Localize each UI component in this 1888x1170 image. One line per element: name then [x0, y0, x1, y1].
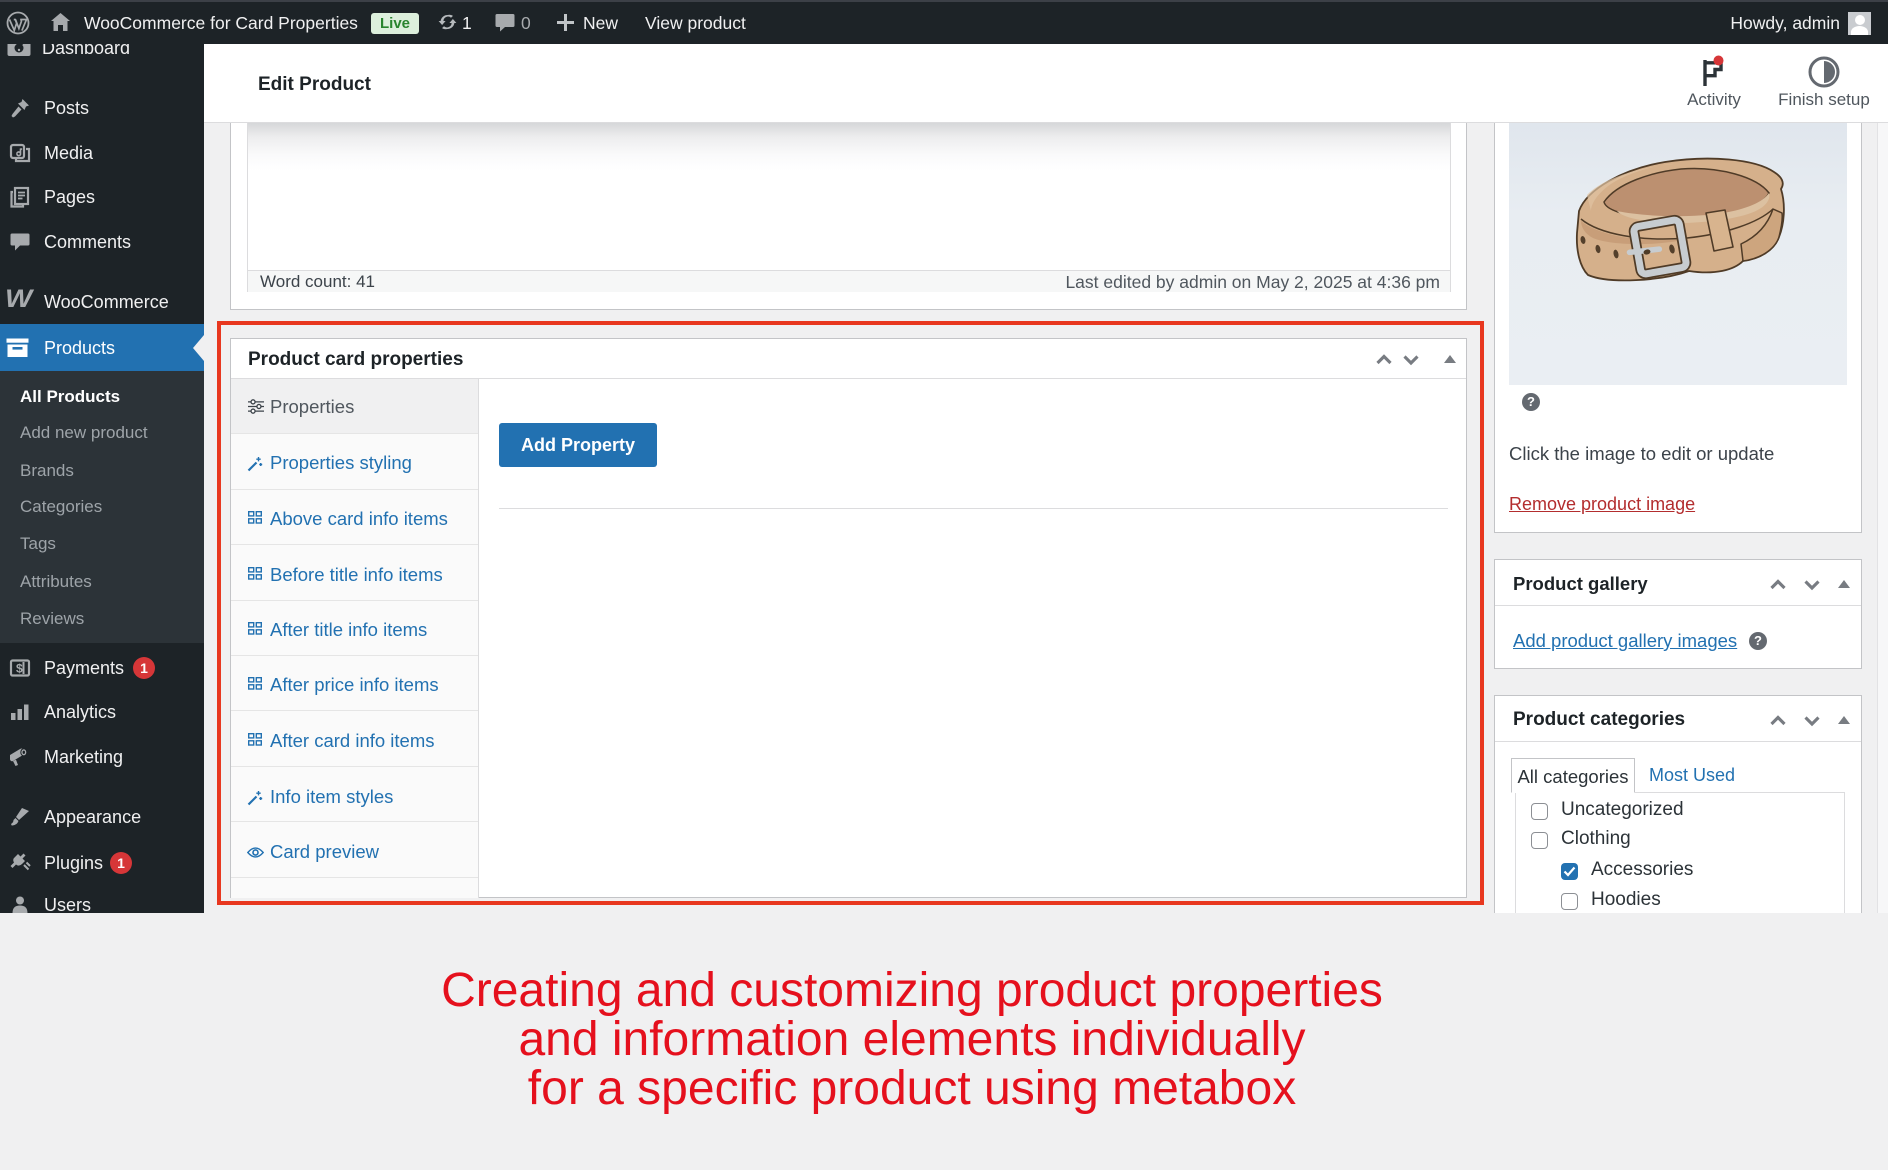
svg-text:$: $: [16, 662, 23, 676]
